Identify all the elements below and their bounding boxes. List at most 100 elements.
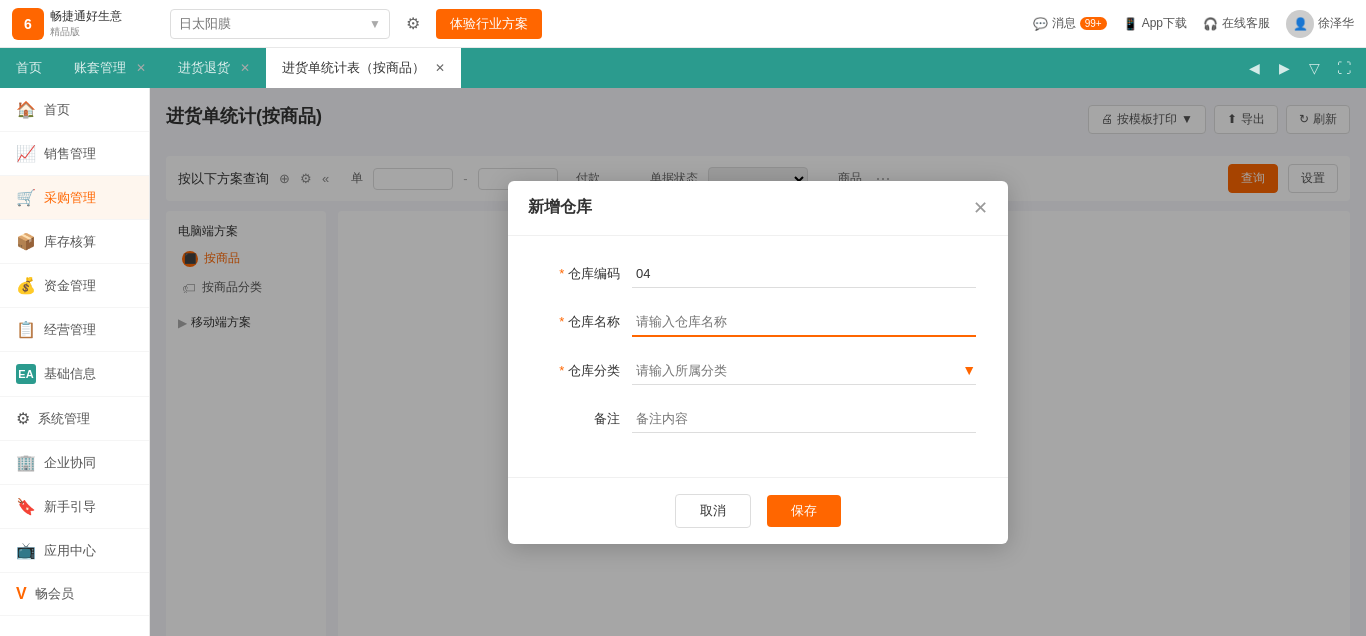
form-row-remark: 备注 [540, 405, 976, 433]
sidebar-item-enterprise-label: 企业协同 [44, 454, 96, 472]
app-center-icon: 📺 [16, 541, 36, 560]
tab-purchase-return[interactable]: 进货退货 ✕ [162, 48, 266, 88]
tab-next-button[interactable]: ▶ [1270, 54, 1298, 82]
logo-sub: 精品版 [50, 25, 122, 39]
search-bar[interactable]: ▼ [170, 9, 390, 39]
sidebar-item-finance-label: 资金管理 [44, 277, 96, 295]
sidebar-item-enterprise[interactable]: 🏢 企业协同 [0, 441, 149, 485]
tab-menu-button[interactable]: ▽ [1300, 54, 1328, 82]
home-icon: 🏠 [16, 100, 36, 119]
finance-icon: 💰 [16, 276, 36, 295]
enterprise-icon: 🏢 [16, 453, 36, 472]
tab-bar: 首页 账套管理 ✕ 进货退货 ✕ 进货单统计表（按商品） ✕ ◀ ▶ ▽ ⛶ [0, 48, 1366, 88]
online-service-label: 在线客服 [1222, 15, 1270, 32]
category-input[interactable] [632, 357, 962, 384]
tab-purchase-return-close[interactable]: ✕ [240, 61, 250, 75]
form-row-name: 仓库名称 [540, 308, 976, 337]
tab-prev-button[interactable]: ◀ [1240, 54, 1268, 82]
sidebar-item-newbie-label: 新手引导 [44, 498, 96, 516]
remark-input[interactable] [632, 405, 976, 433]
top-header: 6 畅捷通好生意 精品版 ▼ ⚙ 体验行业方案 💬 消息 99+ 📱 App下载… [0, 0, 1366, 48]
newbie-icon: 🔖 [16, 497, 36, 516]
name-input[interactable] [632, 308, 976, 337]
online-service-item[interactable]: 🎧 在线客服 [1203, 15, 1270, 32]
app-download-item[interactable]: 📱 App下载 [1123, 15, 1187, 32]
user-item[interactable]: 👤 徐泽华 [1286, 10, 1354, 38]
tab-expand-button[interactable]: ⛶ [1330, 54, 1358, 82]
logo-title: 畅捷通好生意 [50, 8, 122, 25]
username: 徐泽华 [1318, 15, 1354, 32]
tab-account-label: 账套管理 [74, 59, 126, 77]
headset-icon: 🎧 [1203, 17, 1218, 31]
sales-icon: 📈 [16, 144, 36, 163]
basic-info-icon: EA [16, 364, 36, 384]
code-input[interactable] [632, 260, 976, 288]
new-warehouse-modal: 新增仓库 ✕ 仓库编码 仓库名称 仓库分类 [508, 181, 1008, 544]
modal-body: 仓库编码 仓库名称 仓库分类 ▼ [508, 236, 1008, 477]
form-row-code: 仓库编码 [540, 260, 976, 288]
sidebar-item-basic-label: 基础信息 [44, 365, 96, 383]
tab-home[interactable]: 首页 [0, 48, 58, 88]
sidebar-item-sales[interactable]: 📈 销售管理 [0, 132, 149, 176]
inventory-icon: 📦 [16, 232, 36, 251]
phone-icon: 📱 [1123, 17, 1138, 31]
message-label: 消息 [1052, 15, 1076, 32]
main-layout: 🏠 首页 📈 销售管理 🛒 采购管理 📦 库存核算 💰 资金管理 📋 经营管理 … [0, 88, 1366, 636]
sidebar-item-finance[interactable]: 💰 资金管理 [0, 264, 149, 308]
tab-account-management[interactable]: 账套管理 ✕ [58, 48, 162, 88]
modal-close-button[interactable]: ✕ [973, 197, 988, 219]
tab-account-close[interactable]: ✕ [136, 61, 146, 75]
purchase-icon: 🛒 [16, 188, 36, 207]
sidebar-item-home-label: 首页 [44, 101, 70, 119]
tab-purchase-return-label: 进货退货 [178, 59, 230, 77]
system-icon: ⚙ [16, 409, 30, 428]
modal-header: 新增仓库 ✕ [508, 181, 1008, 236]
tab-purchase-stats-label: 进货单统计表（按商品） [282, 59, 425, 77]
sidebar-item-system[interactable]: ⚙ 系统管理 [0, 397, 149, 441]
avatar: 👤 [1286, 10, 1314, 38]
sidebar-item-newbie[interactable]: 🔖 新手引导 [0, 485, 149, 529]
sidebar-item-inventory[interactable]: 📦 库存核算 [0, 220, 149, 264]
search-input[interactable] [179, 16, 365, 31]
modal-overlay: 新增仓库 ✕ 仓库编码 仓库名称 仓库分类 [150, 88, 1366, 636]
remark-label: 备注 [540, 410, 620, 428]
gear-button[interactable]: ⚙ [398, 9, 428, 39]
category-select-wrap[interactable]: ▼ [632, 357, 976, 385]
sidebar-item-operations[interactable]: 📋 经营管理 [0, 308, 149, 352]
category-label: 仓库分类 [540, 362, 620, 380]
name-label: 仓库名称 [540, 313, 620, 331]
save-button[interactable]: 保存 [767, 495, 841, 527]
sidebar-item-inventory-label: 库存核算 [44, 233, 96, 251]
tab-purchase-stats-close[interactable]: ✕ [435, 61, 445, 75]
experience-button[interactable]: 体验行业方案 [436, 9, 542, 39]
message-item[interactable]: 💬 消息 99+ [1033, 15, 1107, 32]
sidebar: 🏠 首页 📈 销售管理 🛒 采购管理 📦 库存核算 💰 资金管理 📋 经营管理 … [0, 88, 150, 636]
sidebar-item-vip[interactable]: V 畅会员 [0, 573, 149, 616]
tab-purchase-stats[interactable]: 进货单统计表（按商品） ✕ [266, 48, 461, 88]
vip-icon: V [16, 585, 27, 603]
sidebar-item-basic-info[interactable]: EA 基础信息 [0, 352, 149, 397]
logo-area: 6 畅捷通好生意 精品版 [12, 8, 162, 40]
sidebar-item-purchase-label: 采购管理 [44, 189, 96, 207]
tab-controls: ◀ ▶ ▽ ⛶ [1240, 54, 1366, 82]
header-right: 💬 消息 99+ 📱 App下载 🎧 在线客服 👤 徐泽华 [1033, 10, 1354, 38]
sidebar-item-system-label: 系统管理 [38, 410, 90, 428]
sidebar-item-sales-label: 销售管理 [44, 145, 96, 163]
cancel-button[interactable]: 取消 [675, 494, 751, 528]
modal-title: 新增仓库 [528, 197, 592, 218]
logo-text-area: 畅捷通好生意 精品版 [50, 8, 122, 39]
operations-icon: 📋 [16, 320, 36, 339]
sidebar-item-home[interactable]: 🏠 首页 [0, 88, 149, 132]
dropdown-icon: ▼ [369, 17, 381, 31]
tab-home-label: 首页 [16, 59, 42, 77]
message-badge: 99+ [1080, 17, 1107, 30]
content-area: 进货单统计(按商品) 🖨 按模板打印 ▼ ⬆ 导出 ↻ 刷新 按以下方案查询 [150, 88, 1366, 636]
sidebar-item-app-label: 应用中心 [44, 542, 96, 560]
sidebar-item-operations-label: 经营管理 [44, 321, 96, 339]
app-download-label: App下载 [1142, 15, 1187, 32]
message-icon: 💬 [1033, 17, 1048, 31]
code-label: 仓库编码 [540, 265, 620, 283]
sidebar-item-app-center[interactable]: 📺 应用中心 [0, 529, 149, 573]
sidebar-item-purchase[interactable]: 🛒 采购管理 [0, 176, 149, 220]
sidebar-item-vip-label: 畅会员 [35, 585, 74, 603]
